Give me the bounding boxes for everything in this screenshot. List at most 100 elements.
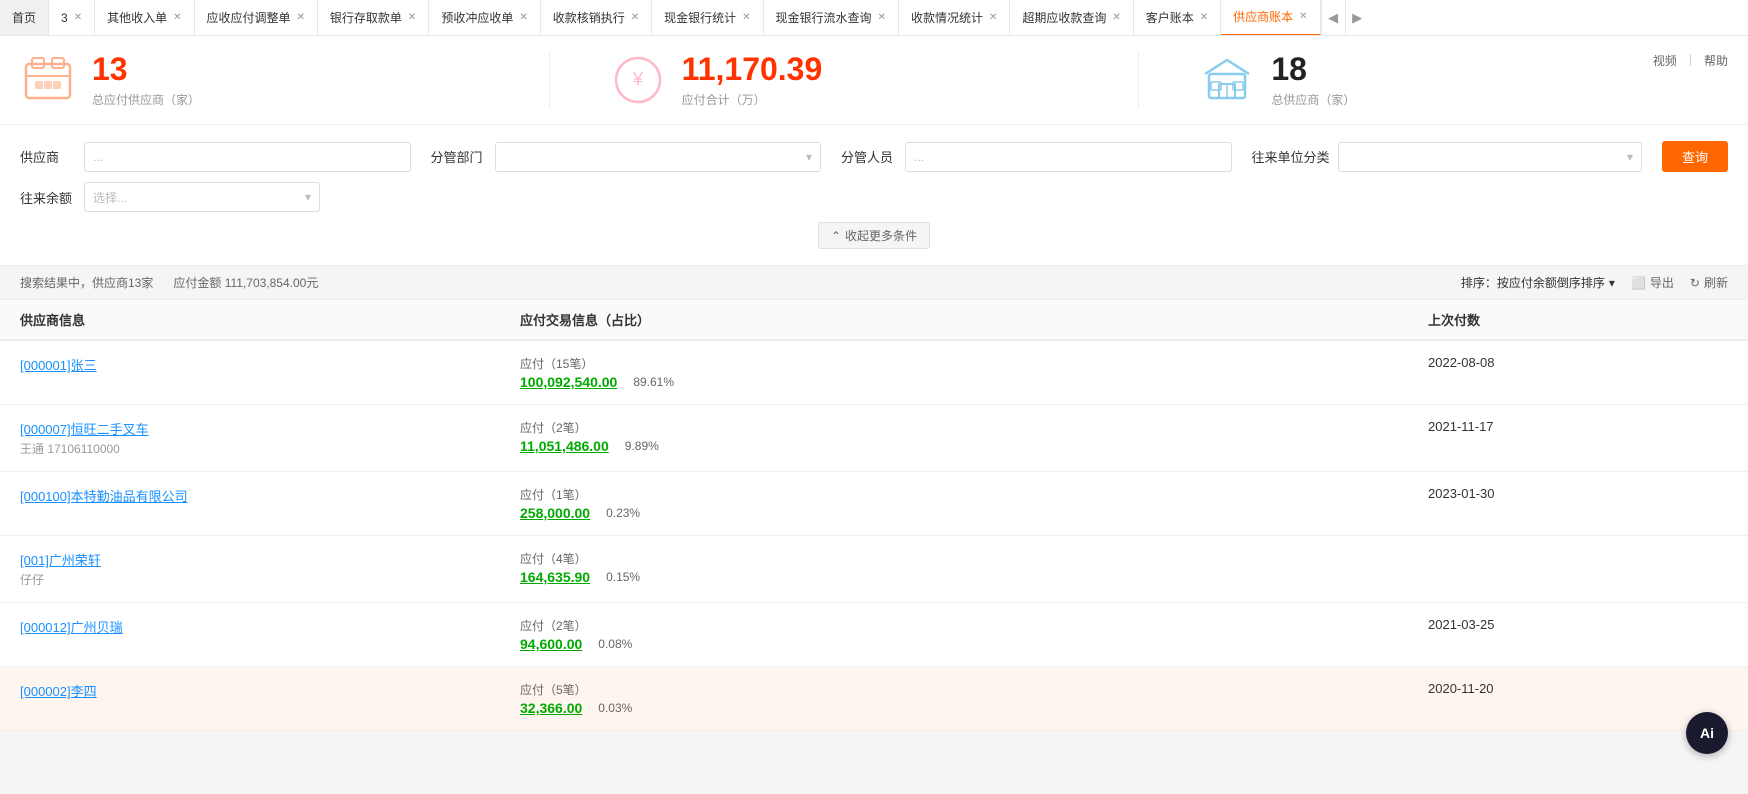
header-actions: 视频 | 帮助 <box>1653 52 1728 69</box>
stat-card-payable-total: ¥ 11,170.39 应付合计（万） <box>549 52 1139 108</box>
unit-type-input[interactable]: ▾ <box>1338 142 1642 172</box>
transaction-cell: 应付（2笔） 11,051,486.00 9.89% <box>520 419 1428 454</box>
tx-amount-row: 32,366.00 0.03% <box>520 700 1428 716</box>
nav-next-arrow[interactable]: ▶ <box>1345 0 1369 36</box>
supplier-table: 供应商信息 应付交易信息（占比） 上次付数 [000001]张三 应付（15笔）… <box>0 300 1748 731</box>
table-row: [000002]李四 应付（5笔） 32,366.00 0.03% 2020-1… <box>0 667 1748 731</box>
last-payment-date: 2022-08-08 <box>1428 355 1728 370</box>
filter-row-2: 往来余额 选择... ▾ <box>20 182 1728 212</box>
table-row: [000012]广州贝瑞 应付（2笔） 94,600.00 0.08% 2021… <box>0 603 1748 667</box>
close-icon[interactable]: ✕ <box>1299 11 1307 22</box>
ai-assistant-button[interactable]: Ai <box>1686 712 1728 754</box>
nav-tab-3[interactable]: 3 ✕ <box>49 0 95 36</box>
nav-tab-supplier-ledger[interactable]: 供应商账本 ✕ <box>1221 0 1320 36</box>
nav-tab-bank-deposit[interactable]: 银行存取款单 ✕ <box>318 0 429 36</box>
close-icon[interactable]: ✕ <box>173 12 181 23</box>
nav-tab-advance-offset[interactable]: 预收冲应收单 ✕ <box>429 0 540 36</box>
unit-type-filter-label: 往来单位分类 <box>1252 147 1330 166</box>
tx-amount[interactable]: 258,000.00 <box>520 505 590 521</box>
nav-tab-ar-ap-adjust[interactable]: 应收应付调整单 ✕ <box>195 0 318 36</box>
dept-input[interactable]: ▾ <box>495 142 822 172</box>
top-navigation: 首页 3 ✕ 其他收入单 ✕ 应收应付调整单 ✕ 银行存取款单 ✕ 预收冲应收单… <box>0 0 1748 36</box>
supplier-input[interactable]: ... <box>84 142 411 172</box>
stat-info-suppliers-payable: 13 总应付供应商（家） <box>92 52 200 108</box>
balance-input[interactable]: 选择... ▾ <box>84 182 320 212</box>
tx-amount[interactable]: 94,600.00 <box>520 636 582 652</box>
tx-label: 应付（1笔） <box>520 486 1428 503</box>
supplier-name-link[interactable]: [000007]恒旺二手叉车 <box>20 419 520 438</box>
nav-tab-other-income[interactable]: 其他收入单 ✕ <box>95 0 194 36</box>
dropdown-icon: ▾ <box>1627 150 1633 164</box>
supplier-name-link[interactable]: [000001]张三 <box>20 355 520 374</box>
close-icon[interactable]: ✕ <box>1200 12 1208 23</box>
export-icon: ⬜ <box>1631 276 1646 290</box>
transaction-cell: 应付（15笔） 100,092,540.00 89.61% <box>520 355 1428 390</box>
close-icon[interactable]: ✕ <box>631 12 639 23</box>
results-count: 搜索结果中，供应商13家 <box>20 274 153 291</box>
tx-amount[interactable]: 164,635.90 <box>520 569 590 585</box>
close-icon[interactable]: ✕ <box>1112 12 1120 23</box>
supplier-info-cell: [001]广州荣轩 仔仔 <box>20 550 520 588</box>
tx-amount-row: 94,600.00 0.08% <box>520 636 1428 652</box>
transaction-cell: 应付（5笔） 32,366.00 0.03% <box>520 681 1428 716</box>
close-icon[interactable]: ✕ <box>297 12 305 23</box>
payable-icon: ¥ <box>610 52 666 108</box>
stat-card-suppliers-payable: 13 总应付供应商（家） <box>20 52 549 108</box>
supplier-name-link[interactable]: [001]广州荣轩 <box>20 550 520 569</box>
nav-tab-overdue-ar[interactable]: 超期应收款查询 ✕ <box>1010 0 1133 36</box>
stat-info-total-suppliers: 18 总供应商（家） <box>1271 52 1355 108</box>
last-payment-date: 2023-01-30 <box>1428 486 1728 501</box>
results-summary: 搜索结果中，供应商13家 应付金额 111,703,854.00元 <box>20 274 318 291</box>
last-payment-date: 2021-11-17 <box>1428 419 1728 434</box>
search-button[interactable]: 查询 <box>1662 141 1728 172</box>
nav-tab-home[interactable]: 首页 <box>0 0 49 36</box>
tx-label: 应付（5笔） <box>520 681 1428 698</box>
refresh-button[interactable]: ↻ 刷新 <box>1690 274 1728 291</box>
sort-button[interactable]: 排序：按应付余额倒序排序 ▾ <box>1461 274 1615 291</box>
close-icon[interactable]: ✕ <box>989 12 997 23</box>
stat-label-payable-total: 应付合计（万） <box>682 91 823 108</box>
filter-dept: 分管部门 ▾ <box>431 142 822 172</box>
supplier-name-link[interactable]: [000100]本特勤油品有限公司 <box>20 486 520 505</box>
last-payment-date: 2021-03-25 <box>1428 617 1728 632</box>
tx-amount[interactable]: 32,366.00 <box>520 700 582 716</box>
collapse-button[interactable]: ⌃ 收起更多条件 <box>818 222 930 249</box>
col-supplier-info: 供应商信息 <box>20 310 520 329</box>
close-icon[interactable]: ✕ <box>408 12 416 23</box>
person-input[interactable]: ... <box>905 142 1232 172</box>
close-icon[interactable]: ✕ <box>742 12 750 23</box>
stat-number-payable-total: 11,170.39 <box>682 52 823 87</box>
nav-tab-payment-verify[interactable]: 收款核销执行 ✕ <box>541 0 652 36</box>
transaction-cell: 应付（4笔） 164,635.90 0.15% <box>520 550 1428 585</box>
close-icon[interactable]: ✕ <box>519 12 527 23</box>
supplier-filter-label: 供应商 <box>20 147 76 166</box>
close-icon[interactable]: ✕ <box>878 12 886 23</box>
export-button[interactable]: ⬜ 导出 <box>1631 274 1674 291</box>
nav-tab-receipt-stat[interactable]: 收款情况统计 ✕ <box>899 0 1010 36</box>
supplier-name-link[interactable]: [000002]李四 <box>20 681 520 700</box>
person-filter-label: 分管人员 <box>841 147 897 166</box>
dept-filter-label: 分管部门 <box>431 147 487 166</box>
filter-balance: 往来余额 选择... ▾ <box>20 182 320 212</box>
results-bar: 搜索结果中，供应商13家 应付金额 111,703,854.00元 排序：按应付… <box>0 266 1748 300</box>
table-row: [000001]张三 应付（15笔） 100,092,540.00 89.61%… <box>0 341 1748 405</box>
nav-tab-cash-bank-flow[interactable]: 现金银行流水查询 ✕ <box>764 0 899 36</box>
filter-row-1: 供应商 ... 分管部门 ▾ 分管人员 ... 往来单位分类 ▾ <box>20 141 1728 172</box>
tx-label: 应付（15笔） <box>520 355 1428 372</box>
nav-tab-customer-ledger[interactable]: 客户账本 ✕ <box>1134 0 1221 36</box>
tx-percent: 0.15% <box>606 570 640 584</box>
help-link[interactable]: 帮助 <box>1704 52 1728 69</box>
nav-tab-cash-bank-stat[interactable]: 现金银行统计 ✕ <box>652 0 763 36</box>
results-amount: 应付金额 111,703,854.00元 <box>173 274 318 291</box>
tx-percent: 9.89% <box>625 439 659 453</box>
tx-amount[interactable]: 11,051,486.00 <box>520 438 609 454</box>
close-icon[interactable]: ✕ <box>74 12 82 23</box>
tx-amount[interactable]: 100,092,540.00 <box>520 374 617 390</box>
supplier-name-link[interactable]: [000012]广州贝瑞 <box>20 617 520 636</box>
last-payment-date: 2020-11-20 <box>1428 681 1728 696</box>
nav-prev-arrow[interactable]: ◀ <box>1321 0 1345 36</box>
stat-label-total-suppliers: 总供应商（家） <box>1271 91 1355 108</box>
video-link[interactable]: 视频 <box>1653 52 1677 69</box>
supplier-info-cell: [000012]广州贝瑞 <box>20 617 520 636</box>
tx-percent: 0.23% <box>606 506 640 520</box>
